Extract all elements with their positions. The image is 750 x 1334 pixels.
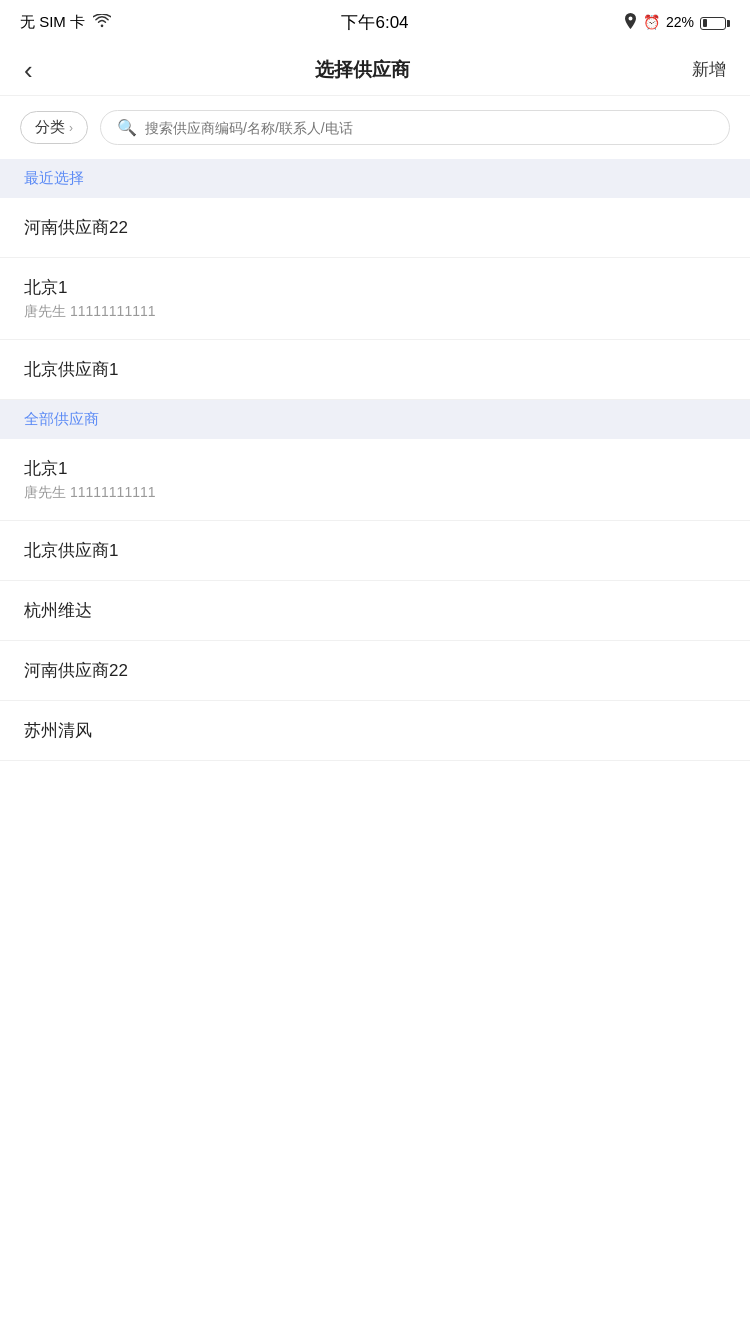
all-item-name-1: 北京供应商1 (24, 539, 726, 562)
battery-percent: 22% (666, 14, 694, 30)
search-input[interactable] (145, 120, 713, 136)
recent-item-0[interactable]: 河南供应商22 (0, 198, 750, 258)
recent-item-name-1: 北京1 (24, 276, 726, 299)
recent-item-name-0: 河南供应商22 (24, 216, 726, 239)
sim-label: 无 SIM 卡 (20, 13, 85, 32)
status-time: 下午6:04 (341, 11, 408, 34)
all-item-1[interactable]: 北京供应商1 (0, 521, 750, 581)
recent-item-2[interactable]: 北京供应商1 (0, 340, 750, 400)
all-item-0[interactable]: 北京1 唐先生 11111111111 (0, 439, 750, 521)
recent-list: 河南供应商22 北京1 唐先生 11111111111 北京供应商1 (0, 198, 750, 400)
wifi-icon (93, 14, 111, 31)
all-item-4[interactable]: 苏州清风 (0, 701, 750, 761)
recent-section-header: 最近选择 (0, 159, 750, 198)
all-item-name-0: 北京1 (24, 457, 726, 480)
recent-item-name-2: 北京供应商1 (24, 358, 726, 381)
recent-item-sub-1: 唐先生 11111111111 (24, 303, 726, 321)
all-item-name-2: 杭州维达 (24, 599, 726, 622)
nav-bar: ‹ 选择供应商 新增 (0, 44, 750, 96)
filter-bar: 分类 › 🔍 (0, 96, 750, 159)
all-section-label: 全部供应商 (24, 410, 99, 427)
status-right: ⏰ 22% (624, 13, 730, 32)
all-section-header: 全部供应商 (0, 400, 750, 439)
battery-icon (700, 14, 730, 30)
all-item-2[interactable]: 杭州维达 (0, 581, 750, 641)
search-box[interactable]: 🔍 (100, 110, 730, 145)
chevron-right-icon: › (69, 121, 73, 135)
all-item-3[interactable]: 河南供应商22 (0, 641, 750, 701)
all-list: 北京1 唐先生 11111111111 北京供应商1 杭州维达 河南供应商22 … (0, 439, 750, 761)
add-button[interactable]: 新增 (692, 58, 726, 81)
category-label: 分类 (35, 118, 65, 137)
all-item-name-4: 苏州清风 (24, 719, 726, 742)
recent-section-label: 最近选择 (24, 169, 84, 186)
status-left: 无 SIM 卡 (20, 13, 111, 32)
search-icon: 🔍 (117, 118, 137, 137)
back-button[interactable]: ‹ (24, 57, 33, 83)
page-title: 选择供应商 (315, 57, 410, 83)
alarm-icon: ⏰ (643, 14, 660, 30)
all-item-sub-0: 唐先生 11111111111 (24, 484, 726, 502)
location-icon (624, 13, 637, 32)
category-filter[interactable]: 分类 › (20, 111, 88, 144)
all-item-name-3: 河南供应商22 (24, 659, 726, 682)
recent-item-1[interactable]: 北京1 唐先生 11111111111 (0, 258, 750, 340)
status-bar: 无 SIM 卡 下午6:04 ⏰ 22% (0, 0, 750, 44)
